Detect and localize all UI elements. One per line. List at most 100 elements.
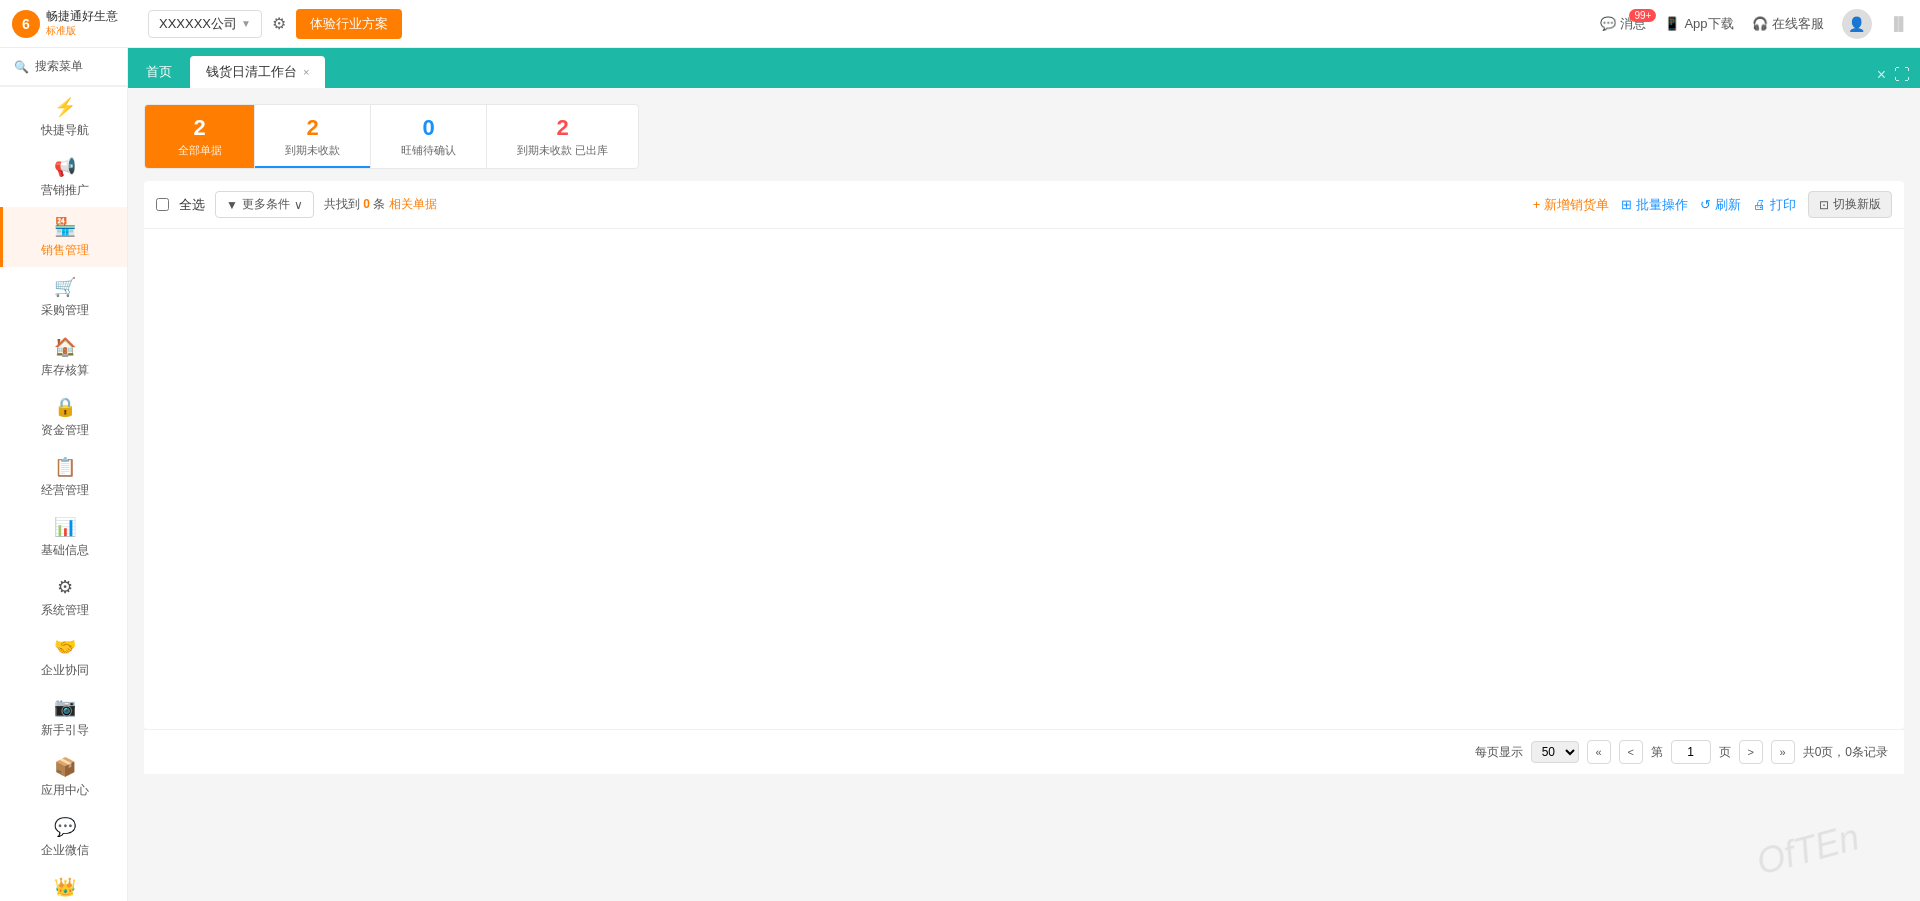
stat-label-all: 全部单据 [178, 143, 222, 158]
avatar-icon: 👤 [1848, 16, 1865, 32]
sidebar-item-finance[interactable]: 🔒 资金管理 [0, 387, 127, 447]
sidebar-item-label: 资金管理 [41, 422, 89, 439]
sidebar-item-beginner[interactable]: 📷 新手引导 [0, 687, 127, 747]
operations-icon: 📋 [54, 456, 76, 478]
sidebar: 🔍 搜索菜单 ⚡ 快捷导航 📢 营销推广 🏪 销售管理 🛒 采购管理 🏠 库存核… [0, 48, 128, 901]
tab-maximize-icon[interactable]: ⛶ [1894, 66, 1910, 84]
print-btn[interactable]: 🖨 打印 [1753, 196, 1796, 214]
batch-btn[interactable]: ⊞ 批量操作 [1621, 196, 1688, 214]
tab-minimize-icon[interactable]: × [1877, 66, 1886, 84]
sidebar-item-inventory[interactable]: 🏠 库存核算 [0, 327, 127, 387]
table-area [144, 229, 1904, 729]
refresh-icon: ↺ [1700, 197, 1711, 212]
sidebar-search-item[interactable]: 🔍 搜索菜单 [0, 48, 127, 86]
tab-close-icon[interactable]: × [303, 66, 309, 78]
filter-btn[interactable]: ▼ 更多条件 ∨ [215, 191, 314, 218]
experience-btn[interactable]: 体验行业方案 [296, 9, 402, 39]
stat-tab-pending[interactable]: 0 旺铺待确认 [371, 105, 487, 168]
print-label: 打印 [1770, 196, 1796, 214]
sidebar-item-operations[interactable]: 📋 经营管理 [0, 447, 127, 507]
sidebar-item-marketing[interactable]: 📢 营销推广 [0, 147, 127, 207]
headset-icon: 🎧 [1752, 16, 1768, 31]
sidebar-item-app-center[interactable]: 📦 应用中心 [0, 747, 127, 807]
stat-num-overdue: 2 [306, 115, 318, 141]
tab-home[interactable]: 首页 [130, 56, 188, 88]
page-number-input[interactable] [1671, 740, 1711, 764]
logo-icon: 6 [12, 10, 40, 38]
purchase-icon: 🛒 [54, 276, 76, 298]
tab-active[interactable]: 钱货日清工作台 × [190, 56, 325, 88]
found-link[interactable]: 相关单据 [389, 197, 437, 211]
stat-tab-all[interactable]: 2 全部单据 [145, 105, 255, 168]
company-selector[interactable]: XXXXXX公司 ▼ [148, 10, 262, 38]
logo-badge: 标准版 [46, 24, 118, 38]
enterprise-icon: 🤝 [54, 636, 76, 658]
avatar[interactable]: 👤 [1842, 9, 1872, 39]
sidebar-item-quick-nav[interactable]: ⚡ 快捷导航 [0, 87, 127, 147]
system-icon: ⚙ [57, 576, 73, 598]
app-download-icon: 📱 [1664, 16, 1680, 31]
select-all-checkbox[interactable] [156, 198, 169, 211]
sidebar-item-purchase[interactable]: 🛒 采购管理 [0, 267, 127, 327]
sidebar-item-system[interactable]: ⚙ 系统管理 [0, 567, 127, 627]
sidebar-item-label: 快捷导航 [41, 122, 89, 139]
header-right: 💬 消息 99+ 📱 App下载 🎧 在线客服 👤 ▐▌ [1600, 9, 1908, 39]
switch-view-btn[interactable]: ⊡ 切换新版 [1808, 191, 1892, 218]
logo-app-name: 畅捷通好生意 [46, 9, 118, 25]
app-download-label: App下载 [1684, 15, 1733, 33]
sidebar-item-basic-info[interactable]: 📊 基础信息 [0, 507, 127, 567]
sidebar-item-wechat[interactable]: 💬 企业微信 [0, 807, 127, 867]
per-page-select[interactable]: 50 [1531, 741, 1579, 763]
pagination: 每页显示 50 « < 第 页 > » 共0页，0条记录 [144, 729, 1904, 774]
message-btn[interactable]: 💬 消息 99+ [1600, 15, 1646, 33]
sales-icon: 🏪 [54, 216, 76, 238]
batch-label: 批量操作 [1636, 196, 1688, 214]
logo-area: 6 畅捷通好生意 标准版 [12, 9, 140, 39]
stat-tab-shipped[interactable]: 2 到期未收款 已出库 [487, 105, 638, 168]
online-service-btn[interactable]: 🎧 在线客服 [1752, 15, 1824, 33]
select-all-label: 全选 [179, 196, 205, 214]
page-label: 第 [1651, 744, 1663, 761]
found-unit: 条 [373, 197, 385, 211]
last-page-btn[interactable]: » [1771, 740, 1795, 764]
marketing-icon: 📢 [54, 156, 76, 178]
sidebar-item-label: 经营管理 [41, 482, 89, 499]
message-icon: 💬 [1600, 16, 1616, 31]
online-service-label: 在线客服 [1772, 15, 1824, 33]
sidebar-item-label: 库存核算 [41, 362, 89, 379]
sidebar-item-enterprise[interactable]: 🤝 企业协同 [0, 627, 127, 687]
total-text: 共0页，0条记录 [1803, 744, 1888, 761]
stat-tab-overdue[interactable]: 2 到期未收款 [255, 105, 371, 168]
stat-label-shipped: 到期未收款 已出库 [517, 143, 608, 158]
filter-icon: ▼ [226, 198, 238, 212]
sidebar-item-label: 新手引导 [41, 722, 89, 739]
user-name-display[interactable]: ▐▌ [1890, 16, 1908, 31]
prev-page-btn[interactable]: < [1619, 740, 1643, 764]
chevron-icon: ∨ [294, 198, 303, 212]
stat-num-all: 2 [193, 115, 205, 141]
finance-icon: 🔒 [54, 396, 76, 418]
chevron-down-icon-user: ▐▌ [1890, 16, 1908, 31]
per-page-label: 每页显示 [1475, 744, 1523, 761]
stat-label-overdue: 到期未收款 [285, 143, 340, 158]
tab-actions: × ⛶ [1877, 66, 1920, 88]
sidebar-item-label: 采购管理 [41, 302, 89, 319]
app-download-btn[interactable]: 📱 App下载 [1664, 15, 1733, 33]
settings-icon[interactable]: ⚙ [272, 14, 286, 33]
refresh-btn[interactable]: ↺ 刷新 [1700, 196, 1741, 214]
next-page-btn[interactable]: > [1739, 740, 1763, 764]
found-text: 共找到 0 条 相关单据 [324, 196, 437, 213]
sidebar-item-member[interactable]: 👑 畅会员 [0, 867, 127, 901]
first-page-btn[interactable]: « [1587, 740, 1611, 764]
sidebar-item-sales[interactable]: 🏪 销售管理 [0, 207, 127, 267]
batch-icon: ⊞ [1621, 197, 1632, 212]
found-prefix: 共找到 [324, 197, 360, 211]
tab-home-label: 首页 [146, 63, 172, 81]
stat-num-shipped: 2 [556, 115, 568, 141]
beginner-icon: 📷 [54, 696, 76, 718]
basic-info-icon: 📊 [54, 516, 76, 538]
add-sale-btn[interactable]: + 新增销货单 [1533, 196, 1609, 214]
sidebar-search-label: 搜索菜单 [35, 58, 83, 75]
switch-label: 切换新版 [1833, 196, 1881, 213]
sidebar-item-label: 基础信息 [41, 542, 89, 559]
